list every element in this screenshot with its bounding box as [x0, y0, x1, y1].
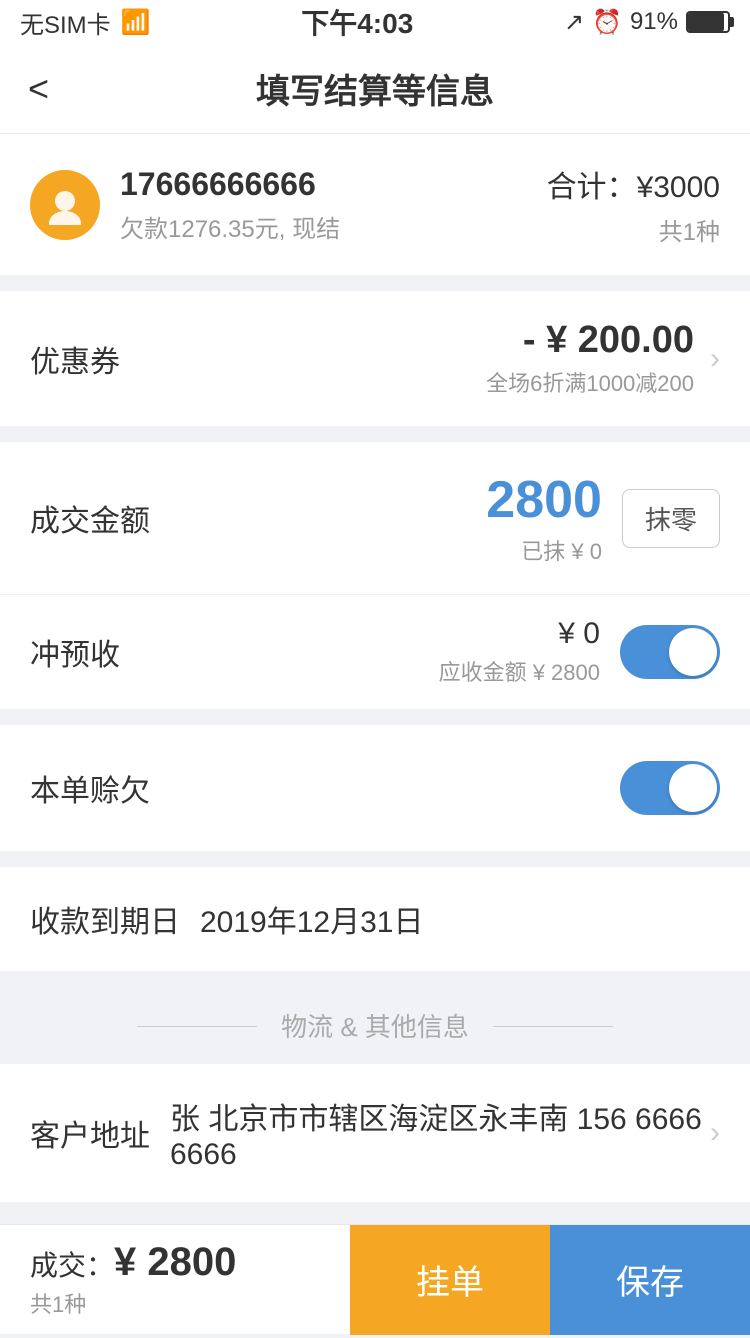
transaction-sub: 已抹 ¥ 0 [486, 534, 602, 566]
customer-right: 合计：¥3000 共1种 [547, 162, 720, 247]
customer-info: 17666666666 欠款1276.35元, 现结 [120, 166, 340, 244]
nav-bar: < 填写结算等信息 [0, 44, 750, 134]
status-right: ↗ ⏰ 91% [564, 8, 730, 37]
duedate-row: 收款到期日 2019年12月31日 [0, 867, 750, 971]
back-button[interactable]: < [28, 68, 49, 110]
duedate-label: 收款到期日 [30, 897, 180, 941]
bottom-summary: 成交：¥ 2800 共1种 [0, 1240, 350, 1319]
prereceive-toggle[interactable] [620, 625, 720, 679]
prereceive-row: 冲预收 ¥ 0 应收金额 ¥ 2800 [0, 594, 750, 709]
coupon-row[interactable]: 优惠券 - ¥ 200.00 全场6折满1000减200 › [0, 291, 750, 426]
address-section: 客户地址 张 北京市市辖区海淀区永丰南 156 6666 6666 › [0, 1064, 750, 1202]
prereceive-values: ¥ 0 应收金额 ¥ 2800 [439, 617, 600, 687]
debit-row: 本单赊欠 [0, 725, 750, 851]
bottom-amount: ¥ 2800 [114, 1240, 236, 1284]
debit-section: 本单赊欠 [0, 725, 750, 851]
transaction-label: 成交金额 [30, 496, 150, 540]
location-icon: ↗ [564, 8, 584, 37]
status-left: 无SIM卡 📶 [20, 5, 151, 40]
divider-section: 物流 & 其他信息 [0, 987, 750, 1064]
bottom-count: 共1种 [30, 1287, 320, 1319]
carrier-text: 无SIM卡 [20, 5, 111, 40]
status-time: 下午4:03 [301, 2, 413, 42]
coupon-discount: - ¥ 200.00 [486, 319, 694, 362]
avatar [30, 170, 100, 240]
bottom-bar: 成交：¥ 2800 共1种 挂单 保存 [0, 1224, 750, 1334]
content: 17666666666 欠款1276.35元, 现结 合计：¥3000 共1种 … [0, 134, 750, 1338]
address-chevron-icon: › [710, 1116, 720, 1150]
pending-button[interactable]: 挂单 [350, 1225, 550, 1335]
bottom-deal-label: 成交：¥ 2800 [30, 1240, 320, 1285]
customer-total: 合计：¥3000 [547, 162, 720, 206]
customer-count: 共1种 [547, 212, 720, 247]
transaction-value-wrap: 2800 已抹 ¥ 0 [486, 470, 602, 566]
toggle-knob [669, 628, 717, 676]
coupon-section: 优惠券 - ¥ 200.00 全场6折满1000减200 › [0, 291, 750, 426]
prereceive-sub: 应收金额 ¥ 2800 [439, 655, 600, 687]
divider-text: 物流 & 其他信息 [257, 1007, 493, 1044]
chevron-right-icon: › [710, 342, 720, 376]
coupon-label: 优惠券 [30, 337, 120, 381]
debit-label: 本单赊欠 [30, 766, 150, 810]
customer-debt: 欠款1276.35元, 现结 [120, 209, 340, 244]
round-button[interactable]: 抹零 [622, 489, 720, 548]
alarm-icon: ⏰ [592, 8, 622, 37]
coupon-right: - ¥ 200.00 全场6折满1000减200 › [486, 319, 720, 398]
battery-icon [686, 11, 730, 33]
coupon-value: - ¥ 200.00 全场6折满1000减200 [486, 319, 694, 398]
transaction-row: 成交金额 2800 已抹 ¥ 0 抹零 [0, 442, 750, 594]
address-label: 客户地址 [30, 1111, 150, 1155]
customer-phone: 17666666666 [120, 166, 340, 203]
coupon-sub: 全场6折满1000减200 [486, 366, 694, 398]
status-bar: 无SIM卡 📶 下午4:03 ↗ ⏰ 91% [0, 0, 750, 44]
prereceive-right: ¥ 0 应收金额 ¥ 2800 [439, 617, 720, 687]
duedate-section: 收款到期日 2019年12月31日 [0, 867, 750, 971]
address-row[interactable]: 客户地址 张 北京市市辖区海淀区永丰南 156 6666 6666 › [0, 1064, 750, 1202]
address-value: 张 北京市市辖区海淀区永丰南 156 6666 6666 [170, 1094, 710, 1172]
wifi-icon: 📶 [121, 8, 151, 37]
prereceive-label: 冲预收 [30, 630, 120, 674]
save-button[interactable]: 保存 [550, 1225, 750, 1335]
debit-toggle[interactable] [620, 761, 720, 815]
battery-percent: 91% [630, 8, 678, 36]
page-title: 填写结算等信息 [256, 64, 494, 113]
duedate-value: 2019年12月31日 [200, 897, 423, 941]
customer-left: 17666666666 欠款1276.35元, 现结 [30, 166, 340, 244]
debit-toggle-knob [669, 764, 717, 812]
customer-card: 17666666666 欠款1276.35元, 现结 合计：¥3000 共1种 [0, 134, 750, 275]
transaction-amount: 2800 [486, 470, 602, 530]
transaction-section: 成交金额 2800 已抹 ¥ 0 抹零 冲预收 ¥ 0 应收金额 ¥ 2800 [0, 442, 750, 709]
prereceive-amount: ¥ 0 [439, 617, 600, 651]
transaction-right: 2800 已抹 ¥ 0 抹零 [486, 470, 720, 566]
